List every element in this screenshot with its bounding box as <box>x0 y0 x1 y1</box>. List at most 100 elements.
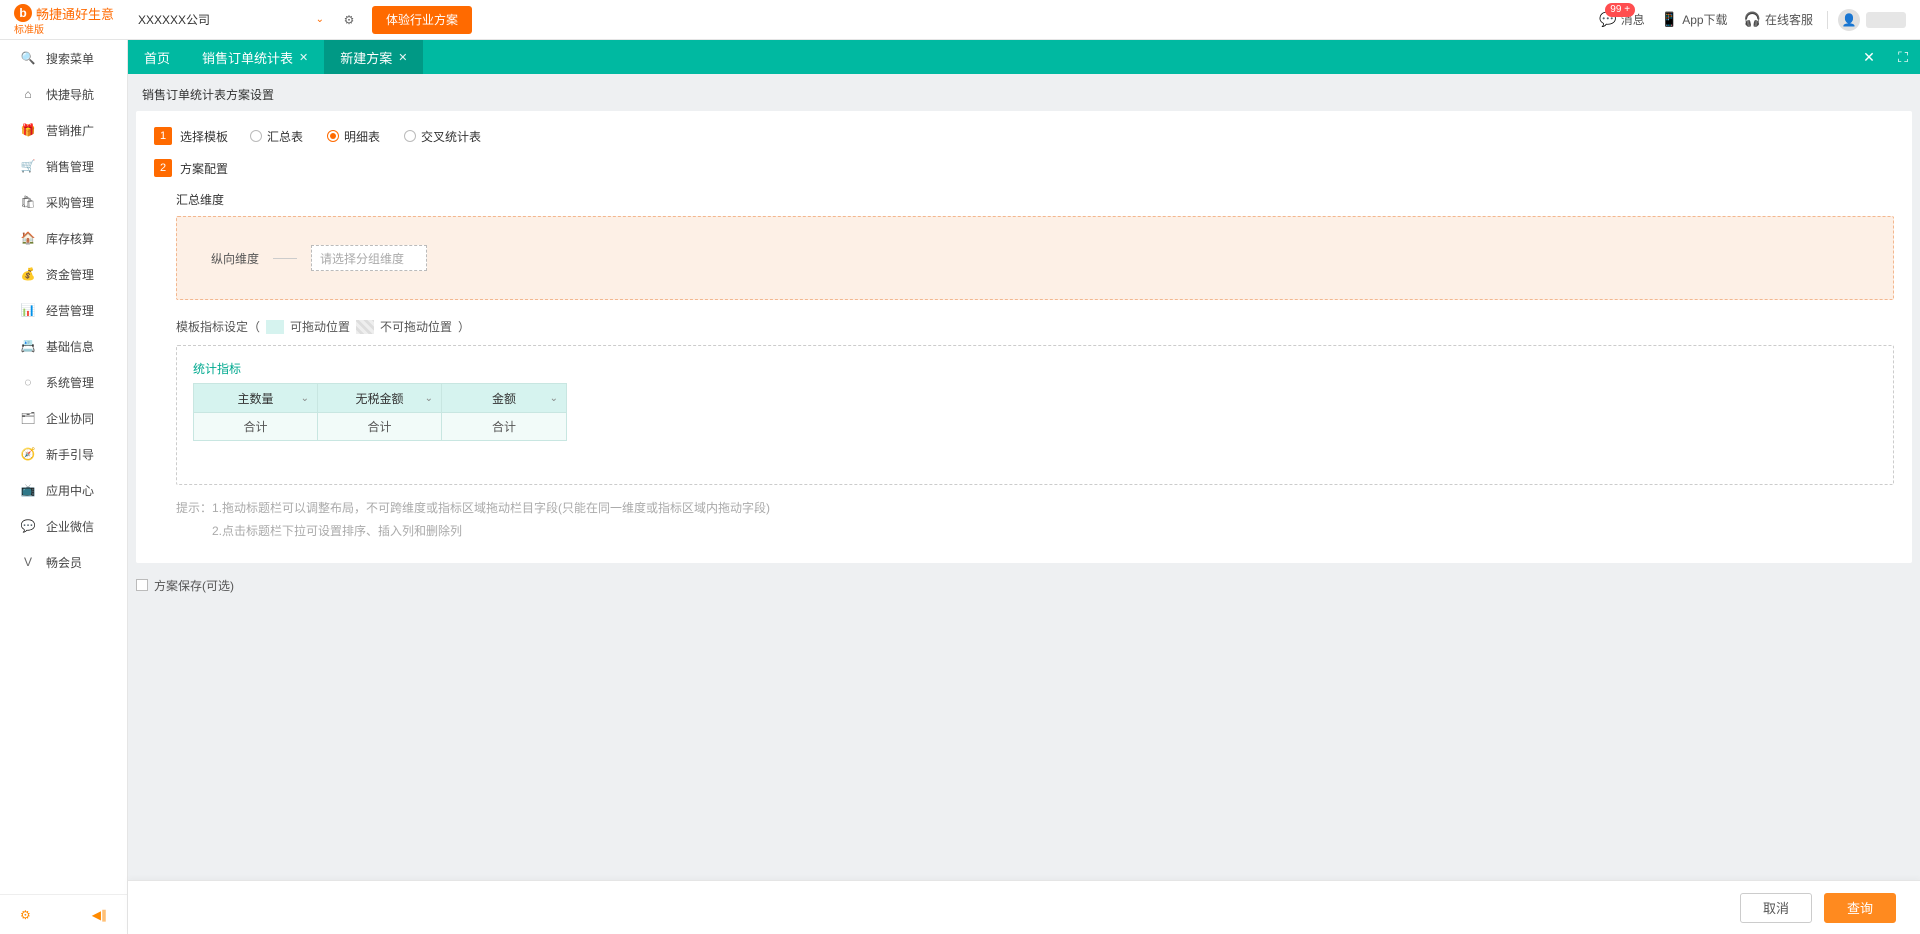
dimension-dropzone[interactable]: 纵向维度 请选择分组维度 <box>176 216 1894 300</box>
sidebar-item-guide[interactable]: 🧭新手引导 <box>0 436 127 472</box>
logo-text: 畅捷通好生意 <box>36 4 114 23</box>
sidebar-item-label: 采购管理 <box>46 194 94 211</box>
metric-col-label: 主数量 <box>237 390 273 407</box>
sidebar-item-label: 资金管理 <box>46 266 94 283</box>
template-radio-group: 汇总表 明细表 交叉统计表 <box>250 128 481 145</box>
user-name-placeholder[interactable] <box>1866 12 1906 28</box>
step-1-title: 选择模板 <box>180 128 228 145</box>
sidebar-item-system[interactable]: ◌系统管理 <box>0 364 127 400</box>
radio-icon <box>250 130 262 142</box>
logo[interactable]: b 畅捷通好生意 标准版 <box>14 4 126 36</box>
chevron-down-icon[interactable]: ⌄ <box>425 393 433 404</box>
dash-icon <box>273 258 297 259</box>
sidebar-item-vip[interactable]: V 畅会员 <box>0 544 127 580</box>
total-label: 合计 <box>243 418 267 435</box>
messages-link[interactable]: 99 + 💬 消息 <box>1599 11 1644 28</box>
settings-gear-button[interactable]: ⚙ <box>336 7 362 33</box>
chevron-down-icon[interactable]: ⌄ <box>301 393 309 404</box>
collapse-icon[interactable]: ◀∥ <box>92 908 107 922</box>
sidebar-item-label: 销售管理 <box>46 158 94 175</box>
sidebar-item-label: 经营管理 <box>46 302 94 319</box>
cancel-button[interactable]: 取消 <box>1740 893 1812 923</box>
sidebar-item-appcenter[interactable]: 📺应用中心 <box>0 472 127 508</box>
divider <box>1827 11 1828 29</box>
vertical-dim-label: 纵向维度 <box>211 250 259 267</box>
experience-button[interactable]: 体验行业方案 <box>372 6 472 34</box>
legend-close: ） <box>458 318 470 335</box>
app-icon: 📺 <box>20 483 36 497</box>
sidebar-item-label: 营销推广 <box>46 122 94 139</box>
chevron-down-icon[interactable]: ⌄ <box>550 393 558 404</box>
footer-gear-icon[interactable]: ⚙ <box>20 908 31 922</box>
footer-bar: 取消 查询 <box>128 880 1920 934</box>
legend-label: 模板指标设定（ <box>176 318 260 335</box>
hint-1: 1.拖动标题栏可以调整布局，不可跨维度或指标区域拖动栏目字段(只能在同一维度或指… <box>212 501 770 515</box>
tab-new-scheme[interactable]: 新建方案 ✕ <box>324 40 423 74</box>
checkbox-icon[interactable] <box>136 579 148 591</box>
dimension-placeholder: 请选择分组维度 <box>320 250 404 267</box>
logo-subtitle: 标准版 <box>14 21 44 36</box>
radio-crosstab[interactable]: 交叉统计表 <box>404 128 481 145</box>
total-label: 合计 <box>492 418 516 435</box>
close-icon[interactable]: ✕ <box>299 51 308 64</box>
metric-col-qty[interactable]: 主数量 ⌄ <box>194 384 318 412</box>
metrics-title: 统计指标 <box>193 360 1877 377</box>
collab-icon: 🗂 <box>20 411 36 425</box>
sidebar-item-finance[interactable]: 💰 资金管理 <box>0 256 127 292</box>
gift-icon: 🎁 <box>20 123 36 137</box>
sidebar-item-basicinfo[interactable]: 📇基础信息 <box>0 328 127 364</box>
query-button[interactable]: 查询 <box>1824 893 1896 923</box>
sidebar-item-marketing[interactable]: 🎁 营销推广 <box>0 112 127 148</box>
metric-col-label: 无税金额 <box>355 390 403 407</box>
app-download-label: App下载 <box>1682 11 1727 28</box>
radio-summary[interactable]: 汇总表 <box>250 128 303 145</box>
radio-detail[interactable]: 明细表 <box>327 128 380 145</box>
tab-label: 首页 <box>144 48 170 67</box>
search-icon: 🔍 <box>20 51 36 65</box>
tabs-close-all[interactable]: ✕ <box>1852 40 1886 74</box>
sidebar-item-business[interactable]: 📊经营管理 <box>0 292 127 328</box>
user-icon: 👤 <box>1842 13 1857 27</box>
online-service-link[interactable]: 🎧 在线客服 <box>1744 11 1813 28</box>
sidebar-item-label: 畅会员 <box>46 554 82 571</box>
company-select[interactable]: XXXXXX公司 ⌄ <box>130 7 330 33</box>
legend-fixed-label: 不可拖动位置 <box>380 318 452 335</box>
step-2-title: 方案配置 <box>180 160 228 177</box>
app-download-link[interactable]: 📱 App下载 <box>1661 11 1728 28</box>
user-avatar[interactable]: 👤 <box>1838 9 1860 31</box>
sidebar-item-search[interactable]: 🔍搜索菜单 <box>0 40 127 76</box>
dimension-selector[interactable]: 请选择分组维度 <box>311 245 427 271</box>
step-1-badge: 1 <box>154 127 172 145</box>
sidebar-item-inventory[interactable]: 🏠库存核算 <box>0 220 127 256</box>
tab-label: 新建方案 <box>340 48 392 67</box>
metric-col-notax[interactable]: 无税金额 ⌄ <box>318 384 442 412</box>
metric-total-cell: 合计 <box>442 412 566 440</box>
sidebar-item-collab[interactable]: 🗂企业协同 <box>0 400 127 436</box>
metrics-table: 主数量 ⌄ 无税金额 ⌄ 金额⌄ 合计 合计 合计 <box>193 383 567 441</box>
save-scheme-row[interactable]: 方案保存(可选) <box>136 577 1920 594</box>
sidebar-item-quicknav[interactable]: ⌂ 快捷导航 <box>0 76 127 112</box>
sidebar-item-label: 快捷导航 <box>46 86 94 103</box>
metric-total-cell: 合计 <box>194 412 318 440</box>
sidebar-item-sales[interactable]: 🛒销售管理 <box>0 148 127 184</box>
vip-icon: V <box>20 555 36 569</box>
tab-sales-order-stats[interactable]: 销售订单统计表 ✕ <box>186 40 324 74</box>
sidebar-items: 🔍搜索菜单 ⌂ 快捷导航 🎁 营销推广 🛒销售管理 🛍采购管理 🏠库存核算 💰 资金管… <box>0 40 127 894</box>
tabs-expand[interactable]: ⛶ <box>1886 40 1920 74</box>
home-icon: ⌂ <box>20 87 36 101</box>
headset-icon: 🎧 <box>1744 11 1761 28</box>
top-bar: b 畅捷通好生意 标准版 XXXXXX公司 ⌄ ⚙ 体验行业方案 99 + 💬 … <box>0 0 1920 40</box>
sidebar-item-wechat[interactable]: 💬企业微信 <box>0 508 127 544</box>
step-2-row: 2 方案配置 <box>154 159 1894 177</box>
legend-drag-label: 可拖动位置 <box>290 318 350 335</box>
total-label: 合计 <box>367 418 391 435</box>
metric-col-amount[interactable]: 金额⌄ <box>442 384 566 412</box>
tab-home[interactable]: 首页 <box>128 40 186 74</box>
mobile-icon: 📱 <box>1661 11 1678 28</box>
wallet-icon: 💰 <box>20 267 36 281</box>
config-panel: 1 选择模板 汇总表 明细表 交叉统计表 2 方案配置 汇总维度 纵向维度 请选… <box>136 111 1912 563</box>
close-icon[interactable]: ✕ <box>398 51 407 64</box>
metrics-dropzone[interactable]: 统计指标 主数量 ⌄ 无税金额 ⌄ 金额⌄ 合计 合计 合计 <box>176 345 1894 485</box>
sidebar-item-label: 基础信息 <box>46 338 94 355</box>
sidebar-item-purchase[interactable]: 🛍采购管理 <box>0 184 127 220</box>
